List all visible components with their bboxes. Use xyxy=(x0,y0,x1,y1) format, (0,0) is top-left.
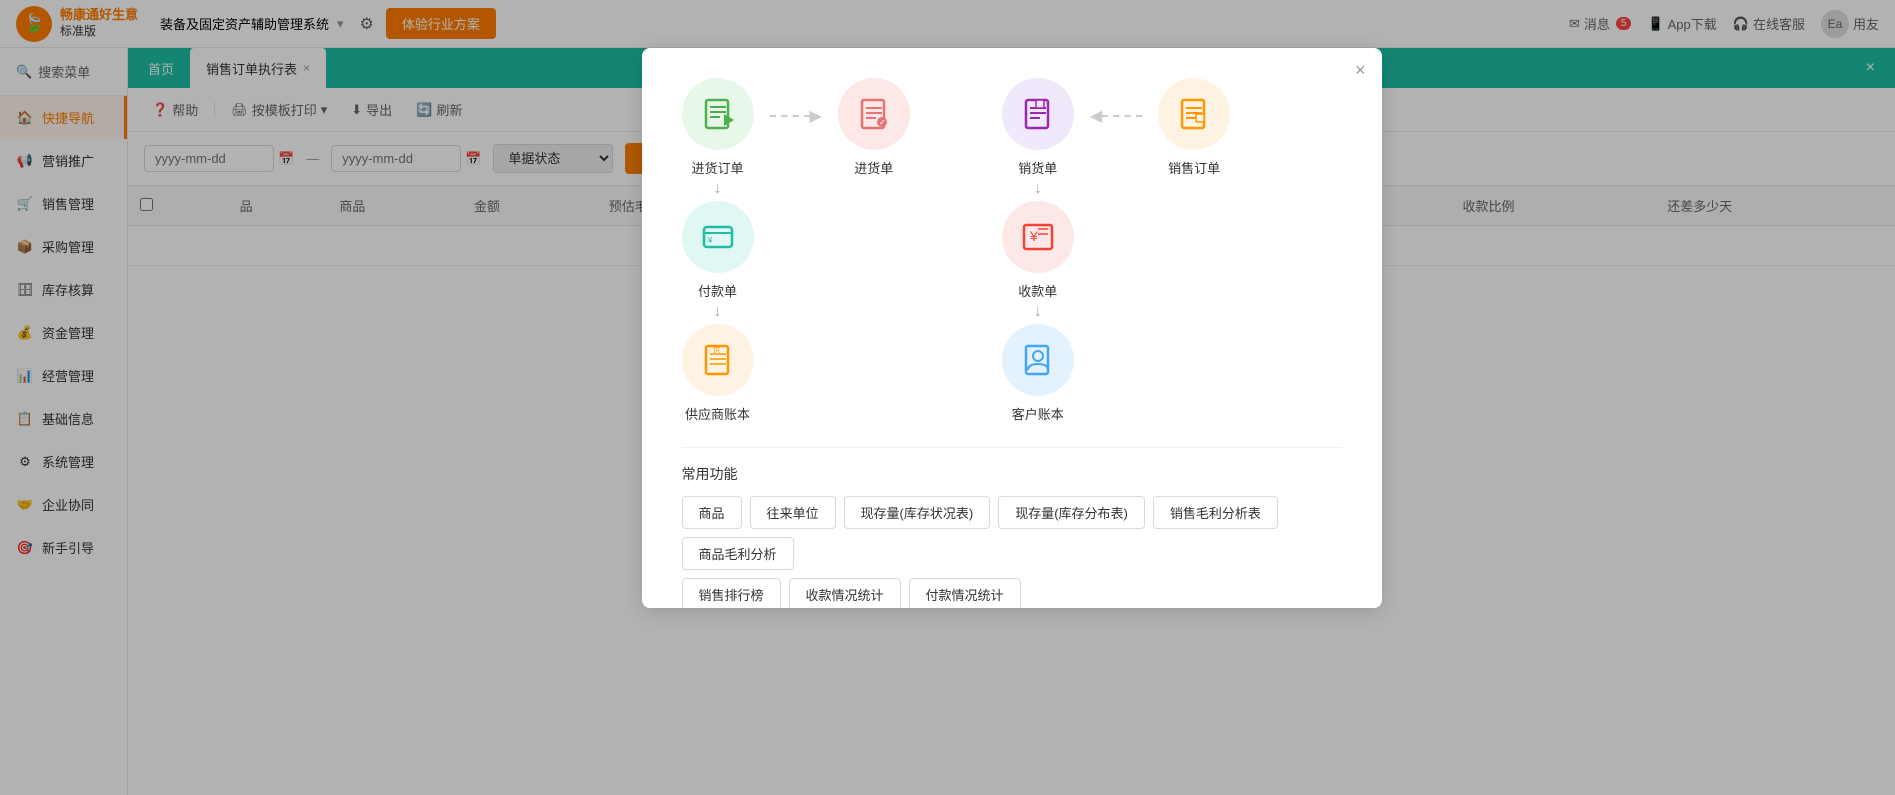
func-btn-payment-stats[interactable]: 付款情况统计 xyxy=(909,578,1021,608)
flow-node-customer: 客户账本 xyxy=(1002,324,1074,423)
popup-close-btn[interactable]: × xyxy=(1355,60,1366,81)
sales-order-icon xyxy=(1158,78,1230,150)
flow-node-payment: ¥ 付款单 xyxy=(682,201,754,300)
popup-content: 进货订单 ↓ ¥ 付款单 ↓ xyxy=(642,48,1382,608)
flow-node-receipt: ¥ 收款单 xyxy=(1002,201,1074,300)
payment-icon: ¥ xyxy=(682,201,754,273)
purchase-order-icon xyxy=(682,78,754,150)
flow-node-sales-bill: 销货单 xyxy=(1002,78,1074,177)
arrow-down-3: ↓ xyxy=(714,300,722,324)
func-btns-row2: 销售排行榜 收款情况统计 付款情况统计 xyxy=(682,578,1342,608)
func-btn-stock-status[interactable]: 现存量(库存状况表) xyxy=(844,496,991,529)
func-btn-goods-profit[interactable]: 商品毛利分析 xyxy=(682,537,794,570)
supplier-label: 供应商账本 xyxy=(685,404,750,423)
receipt-label: 收款单 xyxy=(1018,281,1057,300)
flow-col-4: 销售订单 xyxy=(1158,78,1230,365)
receipt-icon: ¥ xyxy=(1002,201,1074,273)
arrow-down-4: ↓ xyxy=(1034,300,1042,324)
svg-text:✓: ✓ xyxy=(879,118,886,127)
svg-text:¥: ¥ xyxy=(1029,228,1038,244)
purchase-bill-icon: ✓ xyxy=(838,78,910,150)
flow-diagram: 进货订单 ↓ ¥ 付款单 ↓ xyxy=(682,78,1342,423)
sales-bill-label: 销货单 xyxy=(1018,158,1057,177)
common-functions: 常用功能 商品 往来单位 现存量(库存状况表) 现存量(库存分布表) 销售毛利分… xyxy=(682,447,1342,608)
purchase-bill-label: 进货单 xyxy=(854,158,893,177)
func-btn-counterparty[interactable]: 往来单位 xyxy=(750,496,836,529)
arrow-down-2: ↓ xyxy=(1034,177,1042,201)
arrow-h-2: ◀ xyxy=(1090,78,1142,126)
flow-col-2: ✓ 进货单 xyxy=(838,78,910,365)
supplier-icon: 供 xyxy=(682,324,754,396)
payment-label: 付款单 xyxy=(698,281,737,300)
overlay[interactable]: × 进货订单 ↓ xyxy=(0,0,1895,795)
flow-node-sales-order: 销售订单 xyxy=(1158,78,1230,177)
func-btn-receipt-stats[interactable]: 收款情况统计 xyxy=(789,578,901,608)
customer-label: 客户账本 xyxy=(1012,404,1064,423)
flow-col-3: 销货单 ↓ ¥ 收款单 ↓ xyxy=(1002,78,1074,423)
flow-col-1: 进货订单 ↓ ¥ 付款单 ↓ xyxy=(682,78,754,423)
svg-text:供: 供 xyxy=(713,345,720,354)
func-btn-sales-profit[interactable]: 销售毛利分析表 xyxy=(1153,496,1278,529)
arrow-down-1: ↓ xyxy=(714,177,722,201)
purchase-order-label: 进货订单 xyxy=(691,158,743,177)
svg-text:¥: ¥ xyxy=(707,236,713,245)
arrow-h-1: ▶ xyxy=(770,78,822,126)
customer-icon xyxy=(1002,324,1074,396)
flow-node-supplier: 供 供应商账本 xyxy=(682,324,754,423)
flow-node-purchase-bill: ✓ 进货单 xyxy=(838,78,910,177)
flow-node-purchase-order: 进货订单 xyxy=(682,78,754,177)
func-btn-goods[interactable]: 商品 xyxy=(682,496,742,529)
func-btn-stock-dist[interactable]: 现存量(库存分布表) xyxy=(998,496,1145,529)
sales-bill-icon xyxy=(1002,78,1074,150)
func-btns-row1: 商品 往来单位 现存量(库存状况表) 现存量(库存分布表) 销售毛利分析表 商品… xyxy=(682,496,1342,570)
func-btn-sales-rank[interactable]: 销售排行榜 xyxy=(682,578,781,608)
common-functions-title: 常用功能 xyxy=(682,464,1342,484)
popup: × 进货订单 ↓ xyxy=(642,48,1382,608)
sales-order-label: 销售订单 xyxy=(1168,158,1220,177)
